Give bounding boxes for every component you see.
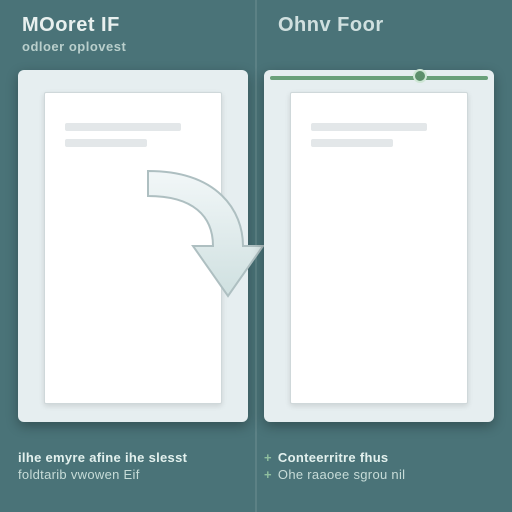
plus-icon: + [264,467,272,482]
left-caption-line2: foldtarib vwowen Eif [18,466,248,484]
right-panel-surface [264,70,494,422]
right-title: Ohnv Foor [278,14,496,37]
plus-icon: + [264,450,272,465]
left-column: MOoret IF odloer oplovest [0,0,256,512]
left-caption: ilhe emyre afine ihe slesst foldtarib vw… [18,449,248,484]
left-caption-line1: ilhe emyre afine ihe slesst [18,449,248,467]
right-panel [264,70,494,422]
doc-text-line [311,123,427,131]
panel-handle-icon [415,71,425,81]
right-header: Ohnv Foor [256,0,512,43]
left-document [44,92,222,404]
right-document [290,92,468,404]
doc-text-line [311,139,393,147]
left-header: MOoret IF odloer oplovest [0,0,256,61]
right-caption-line1: +Conteerritre fhus [264,449,494,467]
right-column: Ohnv Foor +Conteerritre fhus +Ohe raaoee… [256,0,512,512]
right-caption-line2: +Ohe raaoee sgrou nil [264,466,494,484]
left-panel [18,70,248,422]
doc-text-line [65,139,147,147]
left-subtitle: odloer oplovest [22,39,240,55]
left-title: MOoret IF [22,14,240,37]
doc-text-line [65,123,181,131]
left-panel-surface [18,70,248,422]
right-caption: +Conteerritre fhus +Ohe raaoee sgrou nil [264,449,494,484]
